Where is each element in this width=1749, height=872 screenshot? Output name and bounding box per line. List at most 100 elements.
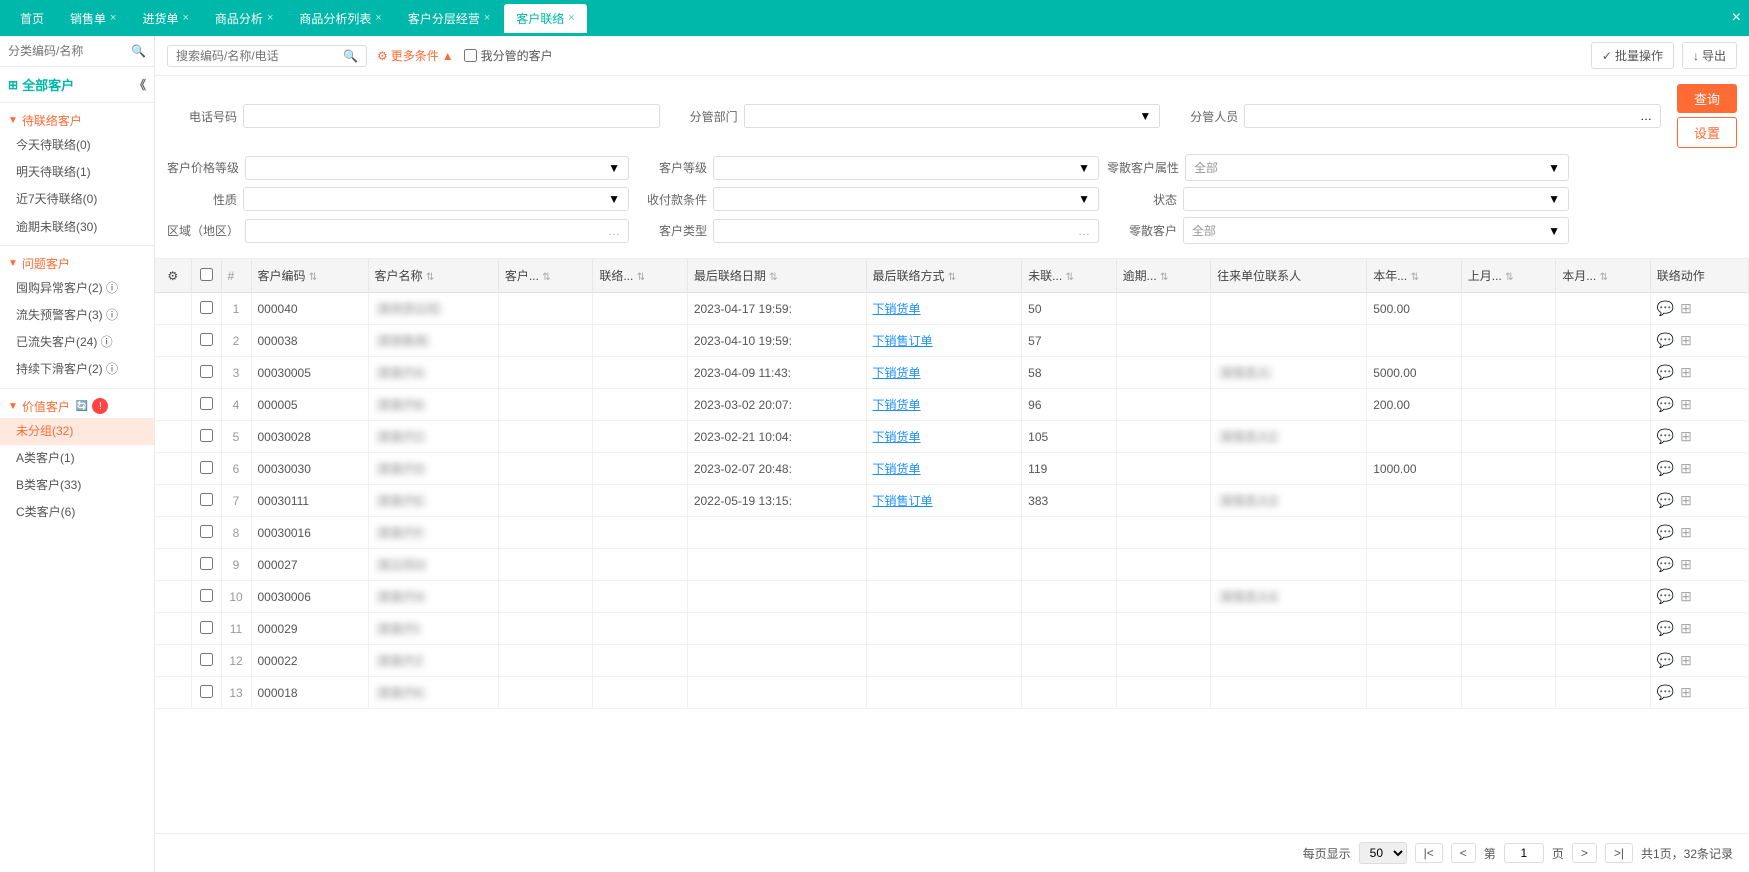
- sidebar-item-churn-warning[interactable]: 流失预警客户(3) ⓘ: [0, 302, 154, 329]
- cell-last-method[interactable]: 下销货单: [866, 389, 1022, 421]
- grid-action-icon[interactable]: ⊞: [1680, 588, 1692, 605]
- message-icon[interactable]: 💬: [1657, 492, 1674, 509]
- grid-action-icon[interactable]: ⊞: [1680, 652, 1692, 669]
- price-grade-select[interactable]: ▼: [245, 156, 629, 180]
- last-page-button[interactable]: >|: [1605, 843, 1633, 863]
- col-last-month[interactable]: 上月... ⇅: [1461, 259, 1556, 293]
- sidebar-collapse-icon[interactable]: 《: [134, 76, 146, 93]
- manager-select[interactable]: …: [1244, 104, 1661, 128]
- col-last-date[interactable]: 最后联络日期 ⇅: [687, 259, 866, 293]
- cell-last-method[interactable]: [866, 549, 1022, 581]
- close-purchase-tab[interactable]: ×: [182, 12, 188, 24]
- status-select[interactable]: ▼: [1183, 187, 1569, 211]
- group-pending-contact[interactable]: ▼ 待联络客户: [0, 107, 154, 132]
- cell-last-method[interactable]: [866, 517, 1022, 549]
- sidebar-item-today-pending[interactable]: 今天待联络(0): [0, 132, 154, 159]
- row-checkbox[interactable]: [200, 621, 213, 634]
- col-last-method[interactable]: 最后联络方式 ⇅: [866, 259, 1022, 293]
- col-partner-contact[interactable]: 往来单位联系人: [1211, 259, 1367, 293]
- sidebar-item-class-a[interactable]: A类客户(1): [0, 445, 154, 472]
- sidebar-search-input[interactable]: [8, 44, 127, 58]
- row-checkbox[interactable]: [200, 333, 213, 346]
- sidebar-search-icon[interactable]: 🔍: [131, 44, 146, 58]
- nav-tab-analysis-list[interactable]: 商品分析列表 ×: [287, 4, 393, 33]
- payment-select[interactable]: ▼: [713, 187, 1099, 211]
- row-checkbox[interactable]: [200, 397, 213, 410]
- export-button[interactable]: ↓ 导出: [1682, 42, 1737, 69]
- close-analysis-list-tab[interactable]: ×: [375, 12, 381, 24]
- grid-action-icon[interactable]: ⊞: [1680, 556, 1692, 573]
- grid-action-icon[interactable]: ⊞: [1680, 396, 1692, 413]
- page-size-select[interactable]: 50: [1359, 842, 1407, 864]
- next-page-button[interactable]: >: [1572, 843, 1597, 863]
- close-sales-tab[interactable]: ×: [110, 12, 116, 24]
- grid-action-icon[interactable]: ⊞: [1680, 428, 1692, 445]
- message-icon[interactable]: 💬: [1657, 556, 1674, 573]
- cell-last-method[interactable]: 下销售订单: [866, 485, 1022, 517]
- col-code[interactable]: 客户编码 ⇅: [251, 259, 368, 293]
- my-customers-checkbox[interactable]: [464, 49, 477, 62]
- sidebar-item-ungrouped[interactable]: 未分组(32): [0, 418, 154, 445]
- prev-page-button[interactable]: <: [1451, 843, 1476, 863]
- cell-last-method[interactable]: [866, 645, 1022, 677]
- col-unlocked[interactable]: 未联... ⇅: [1022, 259, 1117, 293]
- cell-last-method[interactable]: 下销货单: [866, 357, 1022, 389]
- cust-grade-select[interactable]: ▼: [713, 156, 1099, 180]
- col-this-year[interactable]: 本年... ⇅: [1367, 259, 1462, 293]
- row-checkbox[interactable]: [200, 685, 213, 698]
- nav-tab-sales[interactable]: 销售单 ×: [58, 4, 128, 33]
- row-checkbox[interactable]: [200, 461, 213, 474]
- nav-tab-customer-mgmt[interactable]: 客户分层经营 ×: [396, 4, 502, 33]
- close-analysis-tab[interactable]: ×: [267, 12, 273, 24]
- retail-cust-select[interactable]: 全部 ▼: [1183, 217, 1569, 244]
- more-conditions-button[interactable]: ⚙ 更多条件 ▲: [377, 47, 454, 64]
- region-select[interactable]: …: [245, 219, 629, 243]
- sidebar-item-class-c[interactable]: C类客户(6): [0, 499, 154, 526]
- group-problem-customers[interactable]: ▼ 问题客户: [0, 250, 154, 275]
- message-icon[interactable]: 💬: [1657, 620, 1674, 637]
- col-contact[interactable]: 联络... ⇅: [593, 259, 688, 293]
- grid-action-icon[interactable]: ⊞: [1680, 524, 1692, 541]
- sidebar-item-tomorrow-pending[interactable]: 明天待联络(1): [0, 159, 154, 186]
- sidebar-item-abnormal[interactable]: 囤购异常客户(2) ⓘ: [0, 275, 154, 302]
- message-icon[interactable]: 💬: [1657, 460, 1674, 477]
- grid-action-icon[interactable]: ⊞: [1680, 364, 1692, 381]
- page-number-input[interactable]: [1504, 843, 1544, 863]
- group-value-customers[interactable]: ▼ 价值客户 🔄 !: [0, 393, 154, 418]
- filter-search-icon[interactable]: 🔍: [343, 49, 358, 63]
- cell-last-method[interactable]: 下销货单: [866, 293, 1022, 325]
- row-checkbox[interactable]: [200, 525, 213, 538]
- sidebar-item-overdue-contact[interactable]: 逾期未联络(30): [0, 214, 154, 241]
- cust-type-select[interactable]: …: [713, 219, 1099, 243]
- grid-action-icon[interactable]: ⊞: [1680, 684, 1692, 701]
- message-icon[interactable]: 💬: [1657, 300, 1674, 317]
- message-icon[interactable]: 💬: [1657, 332, 1674, 349]
- grid-action-icon[interactable]: ⊞: [1680, 460, 1692, 477]
- cell-last-method[interactable]: 下销货单: [866, 453, 1022, 485]
- cell-last-method[interactable]: [866, 677, 1022, 709]
- row-checkbox[interactable]: [200, 557, 213, 570]
- row-checkbox[interactable]: [200, 429, 213, 442]
- row-checkbox[interactable]: [200, 653, 213, 666]
- grid-action-icon[interactable]: ⊞: [1680, 300, 1692, 317]
- settings-button[interactable]: 设置: [1677, 117, 1737, 148]
- my-customers-checkbox-label[interactable]: 我分管的客户: [464, 47, 553, 64]
- col-name[interactable]: 客户名称 ⇅: [368, 259, 498, 293]
- nav-home[interactable]: 首页: [8, 4, 56, 33]
- select-all-checkbox[interactable]: [200, 268, 213, 281]
- all-customers-header[interactable]: ⊞ 全部客户 《: [0, 67, 154, 98]
- cell-last-method[interactable]: 下销货单: [866, 421, 1022, 453]
- query-button[interactable]: 查询: [1677, 84, 1737, 113]
- grid-action-icon[interactable]: ⊞: [1680, 332, 1692, 349]
- dept-select[interactable]: ▼: [744, 104, 1161, 128]
- message-icon[interactable]: 💬: [1657, 684, 1674, 701]
- row-checkbox[interactable]: [200, 493, 213, 506]
- cell-last-method[interactable]: [866, 581, 1022, 613]
- nav-tab-analysis[interactable]: 商品分析 ×: [203, 4, 285, 33]
- col-overdue[interactable]: 逾期... ⇅: [1116, 259, 1211, 293]
- message-icon[interactable]: 💬: [1657, 652, 1674, 669]
- col-settings[interactable]: ⚙: [155, 259, 191, 293]
- message-icon[interactable]: 💬: [1657, 364, 1674, 381]
- sidebar-item-7day-pending[interactable]: 近7天待联络(0): [0, 186, 154, 213]
- app-close-button[interactable]: ×: [1732, 9, 1741, 27]
